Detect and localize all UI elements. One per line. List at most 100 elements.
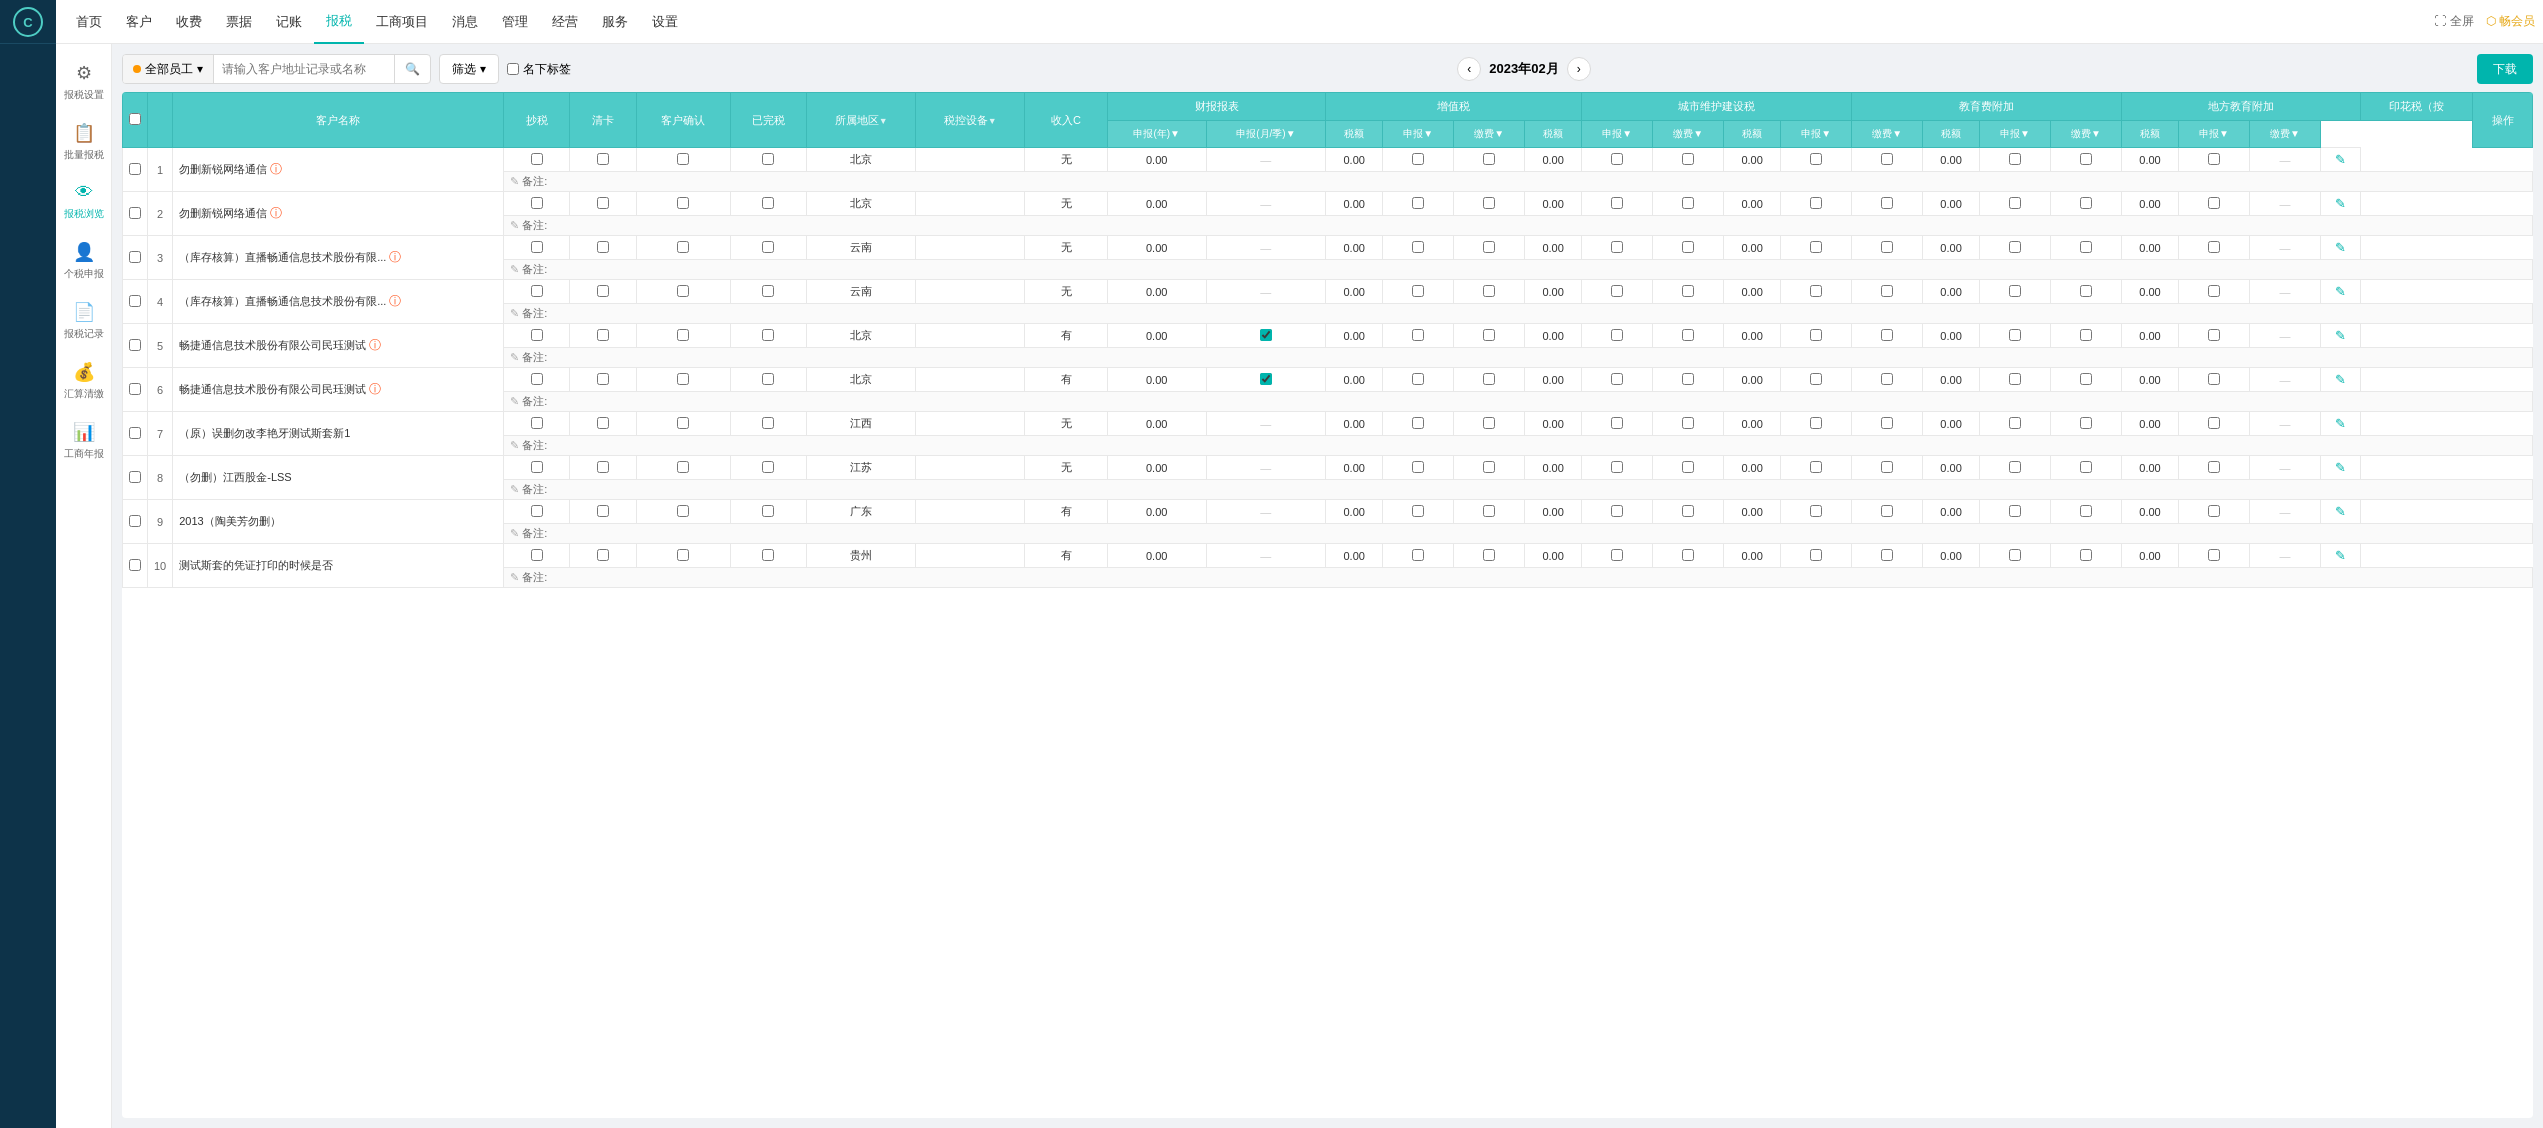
search-button[interactable]: 🔍 bbox=[394, 55, 430, 83]
row-checkbox[interactable] bbox=[129, 383, 141, 395]
vat-pay-checkbox[interactable] bbox=[1483, 373, 1495, 385]
nav-customer[interactable]: 客户 bbox=[114, 0, 164, 44]
chaoshui-checkbox[interactable] bbox=[531, 329, 543, 341]
row-checkbox[interactable] bbox=[129, 471, 141, 483]
row-checkbox[interactable] bbox=[129, 515, 141, 527]
city-pay-checkbox[interactable] bbox=[1682, 505, 1694, 517]
local-declare-checkbox[interactable] bbox=[2009, 505, 2021, 517]
paid-tax-checkbox[interactable] bbox=[762, 505, 774, 517]
local-pay-checkbox[interactable] bbox=[2080, 373, 2092, 385]
row-checkbox[interactable] bbox=[129, 163, 141, 175]
qingka-checkbox[interactable] bbox=[597, 153, 609, 165]
edit-icon[interactable]: ✎ bbox=[2335, 196, 2346, 211]
stamp-declare-checkbox[interactable] bbox=[2208, 285, 2220, 297]
vat-declare-checkbox[interactable] bbox=[1412, 417, 1424, 429]
nav-bookkeeping[interactable]: 记账 bbox=[264, 0, 314, 44]
local-declare-checkbox[interactable] bbox=[2009, 285, 2021, 297]
vip-btn[interactable]: ⬡ 畅会员 bbox=[2486, 13, 2535, 30]
note-pencil-icon[interactable]: ✎ bbox=[510, 307, 519, 319]
vat-declare-checkbox[interactable] bbox=[1412, 505, 1424, 517]
confirm-checkbox[interactable] bbox=[677, 505, 689, 517]
confirm-checkbox[interactable] bbox=[677, 461, 689, 473]
edu-pay-checkbox[interactable] bbox=[1881, 285, 1893, 297]
chaoshui-checkbox[interactable] bbox=[531, 461, 543, 473]
local-declare-checkbox[interactable] bbox=[2009, 549, 2021, 561]
vat-pay-checkbox[interactable] bbox=[1483, 285, 1495, 297]
edu-pay-checkbox[interactable] bbox=[1881, 329, 1893, 341]
vat-pay-checkbox[interactable] bbox=[1483, 197, 1495, 209]
city-pay-checkbox[interactable] bbox=[1682, 241, 1694, 253]
local-declare-checkbox[interactable] bbox=[2009, 461, 2021, 473]
paid-tax-checkbox[interactable] bbox=[762, 417, 774, 429]
city-pay-checkbox[interactable] bbox=[1682, 197, 1694, 209]
qingka-checkbox[interactable] bbox=[597, 285, 609, 297]
sub-sidebar-personal-tax[interactable]: 👤 个税申报 bbox=[56, 231, 111, 291]
vat-pay-checkbox[interactable] bbox=[1483, 153, 1495, 165]
vat-declare-checkbox[interactable] bbox=[1412, 153, 1424, 165]
stamp-declare-checkbox[interactable] bbox=[2208, 241, 2220, 253]
note-pencil-icon[interactable]: ✎ bbox=[510, 395, 519, 407]
prev-month-button[interactable]: ‹ bbox=[1457, 57, 1481, 81]
edit-icon[interactable]: ✎ bbox=[2335, 460, 2346, 475]
name-tag-checkbox[interactable] bbox=[507, 63, 519, 75]
qingka-checkbox[interactable] bbox=[597, 417, 609, 429]
sub-sidebar-tax-settings[interactable]: ⚙ 报税设置 bbox=[56, 52, 111, 112]
local-pay-checkbox[interactable] bbox=[2080, 153, 2092, 165]
chaoshui-checkbox[interactable] bbox=[531, 285, 543, 297]
chaoshui-checkbox[interactable] bbox=[531, 197, 543, 209]
edu-declare-checkbox[interactable] bbox=[1810, 505, 1822, 517]
confirm-checkbox[interactable] bbox=[677, 197, 689, 209]
paid-tax-checkbox[interactable] bbox=[762, 461, 774, 473]
local-pay-checkbox[interactable] bbox=[2080, 285, 2092, 297]
city-pay-checkbox[interactable] bbox=[1682, 153, 1694, 165]
sub-sidebar-batch-tax[interactable]: 📋 批量报税 bbox=[56, 112, 111, 172]
report-month-checkbox[interactable] bbox=[1260, 373, 1272, 385]
city-pay-checkbox[interactable] bbox=[1682, 549, 1694, 561]
note-pencil-icon[interactable]: ✎ bbox=[510, 483, 519, 495]
local-pay-checkbox[interactable] bbox=[2080, 505, 2092, 517]
paid-tax-checkbox[interactable] bbox=[762, 373, 774, 385]
city-declare-checkbox[interactable] bbox=[1611, 373, 1623, 385]
edu-pay-checkbox[interactable] bbox=[1881, 153, 1893, 165]
download-button[interactable]: 下载 bbox=[2477, 54, 2533, 84]
sub-sidebar-settlement[interactable]: 💰 汇算清缴 bbox=[56, 351, 111, 411]
nav-fee[interactable]: 收费 bbox=[164, 0, 214, 44]
qingka-checkbox[interactable] bbox=[597, 329, 609, 341]
nav-business[interactable]: 工商项目 bbox=[364, 0, 440, 44]
next-month-button[interactable]: › bbox=[1567, 57, 1591, 81]
nav-message[interactable]: 消息 bbox=[440, 0, 490, 44]
chaoshui-checkbox[interactable] bbox=[531, 505, 543, 517]
sub-sidebar-tax-record[interactable]: 📄 报税记录 bbox=[56, 291, 111, 351]
row-checkbox[interactable] bbox=[129, 295, 141, 307]
city-declare-checkbox[interactable] bbox=[1611, 153, 1623, 165]
edu-declare-checkbox[interactable] bbox=[1810, 197, 1822, 209]
city-pay-checkbox[interactable] bbox=[1682, 461, 1694, 473]
note-pencil-icon[interactable]: ✎ bbox=[510, 571, 519, 583]
city-pay-checkbox[interactable] bbox=[1682, 417, 1694, 429]
qingka-checkbox[interactable] bbox=[597, 197, 609, 209]
nav-invoice[interactable]: 票据 bbox=[214, 0, 264, 44]
paid-tax-checkbox[interactable] bbox=[762, 197, 774, 209]
note-pencil-icon[interactable]: ✎ bbox=[510, 263, 519, 275]
city-declare-checkbox[interactable] bbox=[1611, 549, 1623, 561]
confirm-checkbox[interactable] bbox=[677, 241, 689, 253]
local-pay-checkbox[interactable] bbox=[2080, 417, 2092, 429]
local-declare-checkbox[interactable] bbox=[2009, 417, 2021, 429]
chaoshui-checkbox[interactable] bbox=[531, 549, 543, 561]
qingka-checkbox[interactable] bbox=[597, 505, 609, 517]
city-declare-checkbox[interactable] bbox=[1611, 417, 1623, 429]
stamp-declare-checkbox[interactable] bbox=[2208, 373, 2220, 385]
edu-declare-checkbox[interactable] bbox=[1810, 153, 1822, 165]
stamp-declare-checkbox[interactable] bbox=[2208, 461, 2220, 473]
edit-icon[interactable]: ✎ bbox=[2335, 152, 2346, 167]
edu-declare-checkbox[interactable] bbox=[1810, 329, 1822, 341]
paid-tax-checkbox[interactable] bbox=[762, 329, 774, 341]
qingka-checkbox[interactable] bbox=[597, 461, 609, 473]
city-declare-checkbox[interactable] bbox=[1611, 329, 1623, 341]
edu-pay-checkbox[interactable] bbox=[1881, 549, 1893, 561]
sub-sidebar-annual-report[interactable]: 📊 工商年报 bbox=[56, 411, 111, 471]
vat-pay-checkbox[interactable] bbox=[1483, 461, 1495, 473]
paid-tax-checkbox[interactable] bbox=[762, 549, 774, 561]
chaoshui-checkbox[interactable] bbox=[531, 241, 543, 253]
vat-pay-checkbox[interactable] bbox=[1483, 417, 1495, 429]
